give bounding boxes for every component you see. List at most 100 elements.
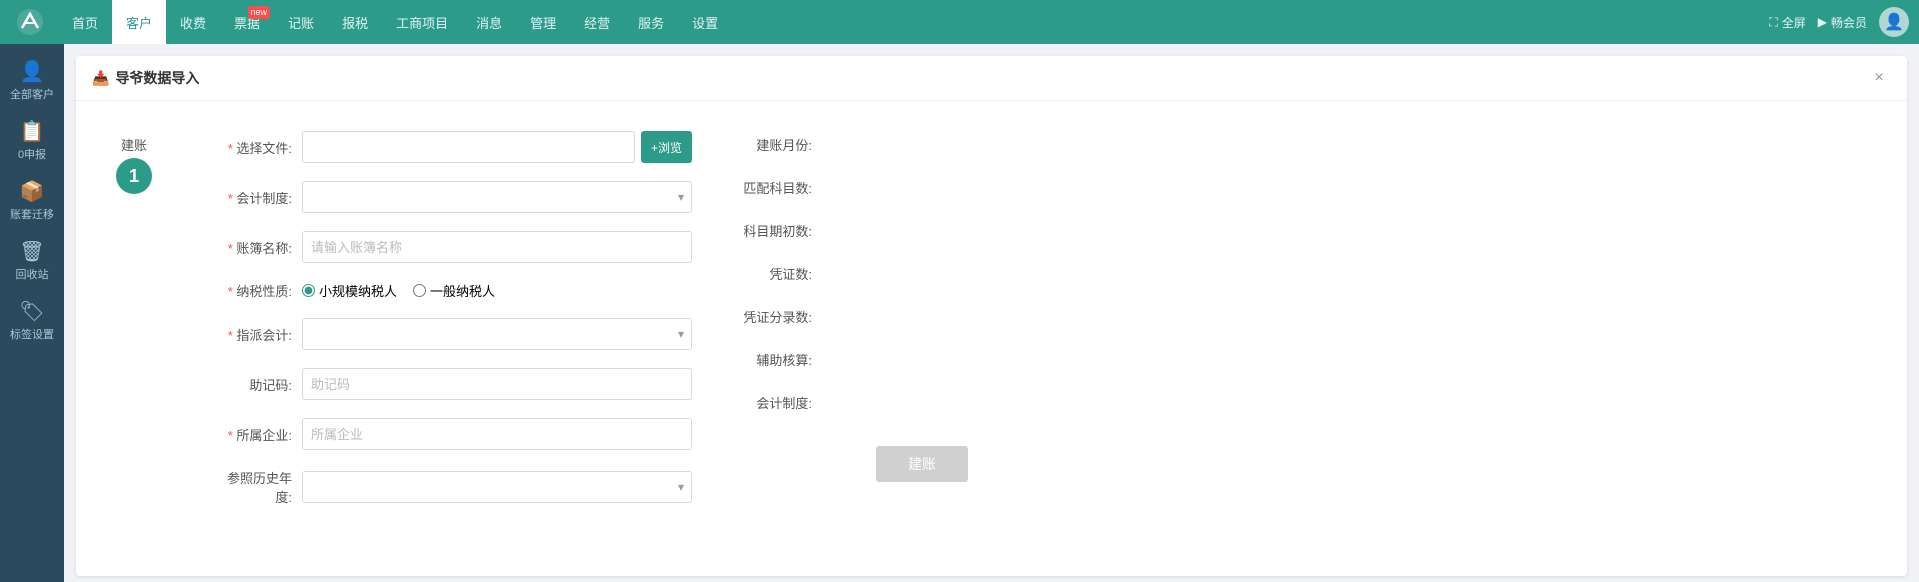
- card-header: 📥 导爷数据导入 ×: [76, 56, 1907, 101]
- ledger-name-row: 账簿名称:: [212, 231, 692, 263]
- sidebar-item-tags[interactable]: 🏷 标签设置: [0, 292, 64, 352]
- sidebar-item-recycle[interactable]: 🗑 回收站: [0, 232, 64, 292]
- month-label: 建账月份:: [732, 135, 822, 154]
- recycle-icon: 🗑: [19, 242, 44, 262]
- small-taxpayer-option[interactable]: 小规模纳税人: [302, 281, 397, 300]
- match-row: 匹配科目数:: [732, 178, 1112, 197]
- form-right-inner: 建账月份: 匹配科目数: 科目期初数: 凭证数:: [732, 131, 1112, 482]
- step-circle: 1: [116, 158, 152, 194]
- tax-type-label: 纳税性质:: [212, 281, 302, 300]
- sidebar-label-all-clients: 全部客户: [10, 86, 54, 102]
- history-year-select-wrap: [302, 471, 692, 503]
- file-input-group: +浏览: [302, 131, 692, 163]
- nav-item-fee[interactable]: 收费: [166, 0, 220, 44]
- nav-item-invoice[interactable]: 票据 new: [220, 0, 274, 44]
- layout: 👤 全部客户 📋 0申报 📦 账套迁移 🗑 回收站 🏷 标签设置 📥 导爷数据导…: [0, 44, 1919, 582]
- history-year-label: 参照历史年度:: [212, 468, 302, 506]
- initial-label: 科目期初数:: [732, 221, 822, 240]
- auxiliary-row: 辅助核算:: [732, 350, 1112, 369]
- nav-right: ⛶ 全屏 ▶ 畅会员 👤: [1769, 7, 1909, 37]
- fullscreen-icon: ⛶: [1769, 15, 1777, 30]
- browse-button[interactable]: +浏览: [641, 131, 692, 163]
- avatar-icon: 👤: [1884, 12, 1904, 32]
- company-row: 所属企业:: [212, 418, 692, 450]
- nav-items: 首页 客户 收费 票据 new 记账 报税 工商项目 消息 管理 经营 服务 设…: [58, 0, 1769, 44]
- sidebar-label-recycle: 回收站: [16, 266, 49, 282]
- memo-row: 助记码:: [212, 368, 692, 400]
- migrate-icon: 📦: [20, 182, 45, 202]
- history-year-row: 参照历史年度:: [212, 468, 692, 506]
- form-right: 建账月份: 匹配科目数: 科目期初数: 凭证数:: [732, 131, 1112, 524]
- accountant-select-wrap: [302, 318, 692, 350]
- create-button[interactable]: 建账: [876, 446, 968, 482]
- voucher-count-row: 凭证分录数:: [732, 307, 1112, 326]
- voucher-label: 凭证数:: [732, 264, 822, 283]
- nav-item-message[interactable]: 消息: [462, 0, 516, 44]
- tags-icon: 🏷: [19, 302, 44, 322]
- accounting-system-row: 会计制度:: [212, 181, 692, 213]
- step-indicator: 建账 1: [116, 131, 152, 524]
- nav-item-settings[interactable]: 设置: [678, 0, 732, 44]
- accountant-label: 指派会计:: [212, 325, 302, 344]
- voucher-count-label: 凭证分录数:: [732, 307, 822, 326]
- sidebar: 👤 全部客户 📋 0申报 📦 账套迁移 🗑 回收站 🏷 标签设置: [0, 44, 64, 582]
- nav-item-home[interactable]: 首页: [58, 0, 112, 44]
- sidebar-label-tags: 标签设置: [10, 326, 54, 342]
- zero-declare-icon: 📋: [20, 122, 45, 142]
- nav-item-operation[interactable]: 经营: [570, 0, 624, 44]
- nav-item-tax[interactable]: 报税: [328, 0, 382, 44]
- file-label: 选择文件:: [212, 138, 302, 157]
- accountant-select[interactable]: [302, 318, 692, 350]
- memo-label: 助记码:: [212, 375, 302, 394]
- create-btn-wrap: 建账: [732, 436, 1112, 482]
- vip-icon: ▶: [1818, 15, 1827, 29]
- avatar[interactable]: 👤: [1879, 7, 1909, 37]
- tax-type-row: 纳税性质: 小规模纳税人 一般纳税人: [212, 281, 692, 300]
- close-button[interactable]: ×: [1867, 66, 1891, 90]
- month-row: 建账月份:: [732, 135, 1112, 154]
- nav-item-biz[interactable]: 工商项目: [382, 0, 462, 44]
- sidebar-label-migrate: 账套迁移: [10, 206, 54, 222]
- nav-item-bookkeeping[interactable]: 记账: [274, 0, 328, 44]
- general-taxpayer-label: 一般纳税人: [430, 281, 495, 300]
- import-card: 📥 导爷数据导入 × 建账 1 选择文件: +浏览: [76, 56, 1907, 576]
- tax-type-radios: 小规模纳税人 一般纳税人: [302, 281, 692, 300]
- sidebar-item-migrate[interactable]: 📦 账套迁移: [0, 172, 64, 232]
- company-input[interactable]: [302, 418, 692, 450]
- sidebar-label-zero-declare: 0申报: [18, 146, 46, 162]
- import-icon: 📥: [92, 70, 109, 87]
- form-left: 选择文件: +浏览 会计制度:: [212, 131, 692, 524]
- general-taxpayer-radio[interactable]: [413, 284, 426, 297]
- vip-button[interactable]: ▶ 畅会员: [1818, 14, 1867, 31]
- accounting-system-label: 会计制度:: [212, 188, 302, 207]
- system-label: 会计制度:: [732, 393, 822, 412]
- form-body: 建账 1 选择文件: +浏览 会计制度:: [76, 101, 1907, 554]
- file-input[interactable]: [302, 131, 635, 163]
- general-taxpayer-option[interactable]: 一般纳税人: [413, 281, 495, 300]
- small-taxpayer-label: 小规模纳税人: [319, 281, 397, 300]
- history-year-select[interactable]: [302, 471, 692, 503]
- voucher-row: 凭证数:: [732, 264, 1112, 283]
- step-label: 建账: [121, 135, 147, 154]
- ledger-name-input[interactable]: [302, 231, 692, 263]
- accounting-system-select[interactable]: [302, 181, 692, 213]
- auxiliary-label: 辅助核算:: [732, 350, 822, 369]
- all-clients-icon: 👤: [20, 62, 45, 82]
- small-taxpayer-radio[interactable]: [302, 284, 315, 297]
- sidebar-item-zero-declare[interactable]: 📋 0申报: [0, 112, 64, 172]
- sidebar-item-all-clients[interactable]: 👤 全部客户: [0, 52, 64, 112]
- match-label: 匹配科目数:: [732, 178, 822, 197]
- accounting-system-select-wrap: [302, 181, 692, 213]
- nav-item-client[interactable]: 客户: [112, 0, 166, 44]
- fullscreen-button[interactable]: ⛶ 全屏: [1769, 14, 1805, 31]
- nav-item-manage[interactable]: 管理: [516, 0, 570, 44]
- nav-item-service[interactable]: 服务: [624, 0, 678, 44]
- accountant-row: 指派会计:: [212, 318, 692, 350]
- main-content: 📥 导爷数据导入 × 建账 1 选择文件: +浏览: [64, 44, 1919, 582]
- system-row: 会计制度:: [732, 393, 1112, 412]
- ledger-name-label: 账簿名称:: [212, 238, 302, 257]
- memo-input[interactable]: [302, 368, 692, 400]
- card-title: 导爷数据导入: [115, 68, 199, 88]
- logo: [10, 2, 50, 42]
- company-label: 所属企业:: [212, 425, 302, 444]
